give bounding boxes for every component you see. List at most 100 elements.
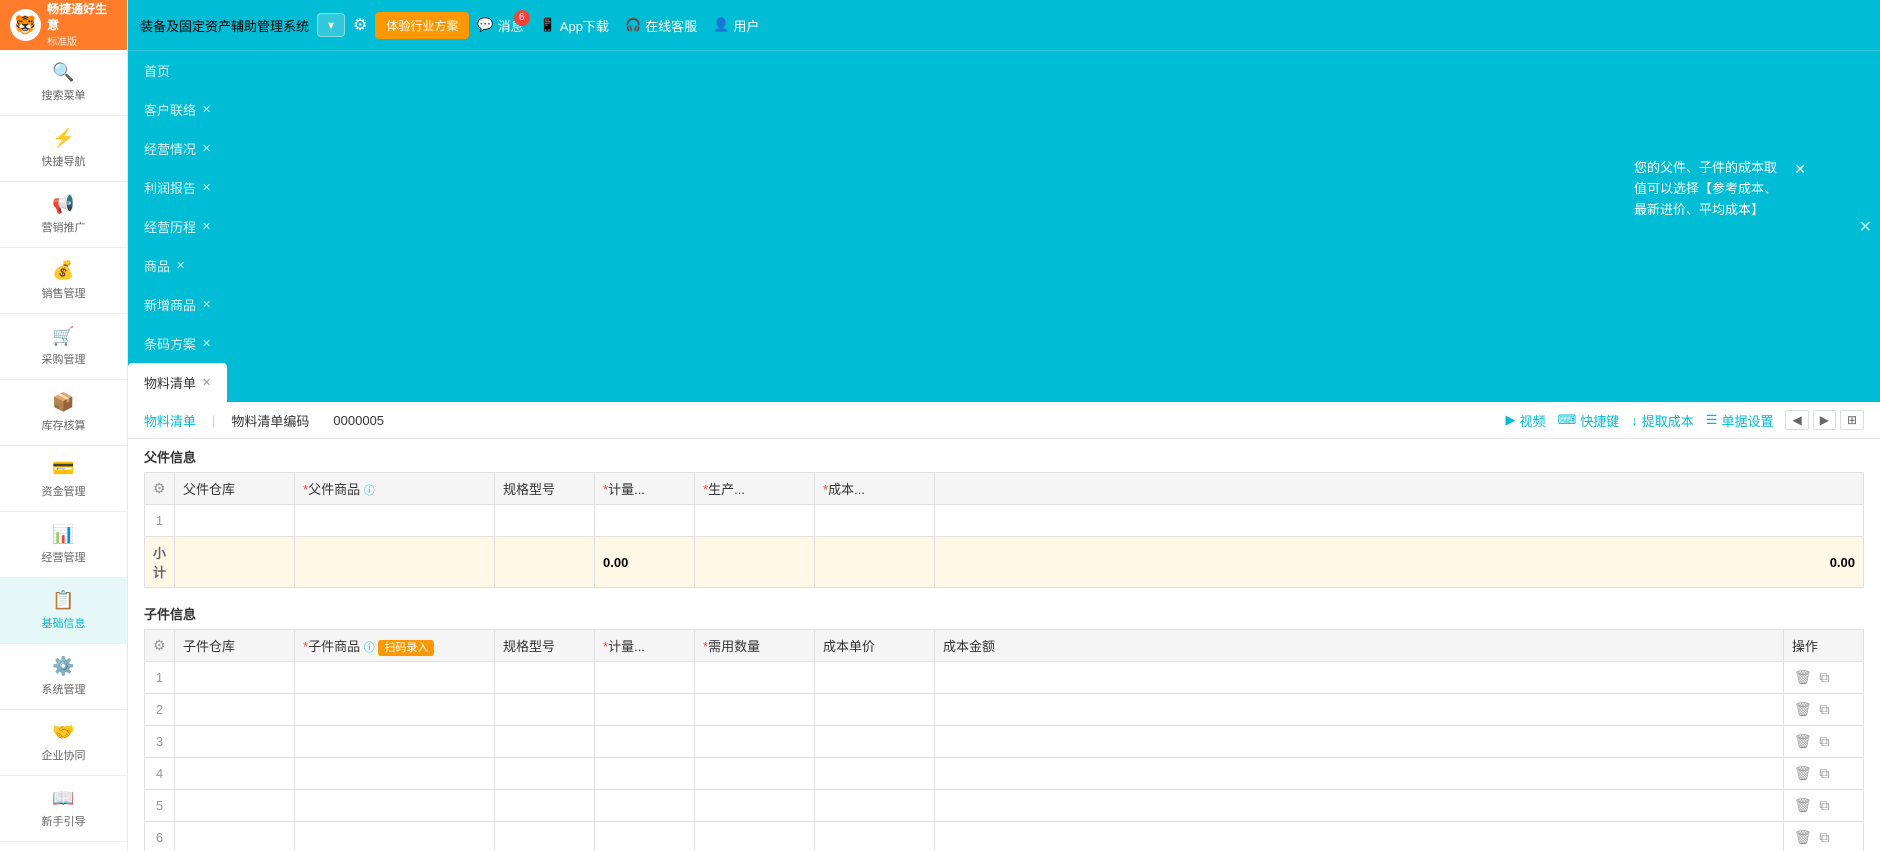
nav-tab-1[interactable]: 客户联络✕ <box>128 90 227 129</box>
sidebar-item-0[interactable]: 🔍 搜索菜单 <box>0 50 127 116</box>
copy-icon-5[interactable]: ⧉ <box>1819 797 1829 813</box>
tab-close-1[interactable]: ✕ <box>202 103 211 116</box>
child-product-3[interactable] <box>295 726 495 758</box>
sidebar-item-3[interactable]: 💰 销售管理 <box>0 248 127 314</box>
nav-tab-0[interactable]: 首页 <box>128 51 227 90</box>
child-warehouse-3[interactable] <box>175 726 295 758</box>
child-qty-4[interactable] <box>695 758 815 790</box>
sidebar-item-2[interactable]: 📢 营销推广 <box>0 182 127 248</box>
tab-close-6[interactable]: ✕ <box>202 298 211 311</box>
child-product-6[interactable] <box>295 822 495 851</box>
parent-unit-cell[interactable] <box>595 505 695 537</box>
child-unit-4[interactable] <box>595 758 695 790</box>
parent-settings-icon[interactable]: ⚙ <box>153 480 166 496</box>
parent-warehouse-cell[interactable] <box>175 505 295 537</box>
delete-icon-4[interactable]: 🗑 <box>1794 765 1812 781</box>
copy-icon-3[interactable]: ⧉ <box>1819 733 1829 749</box>
experience-btn[interactable]: 体验行业方案 <box>375 12 469 39</box>
tab-close-2[interactable]: ✕ <box>202 142 211 155</box>
delete-icon-3[interactable]: 🗑 <box>1794 733 1812 749</box>
child-unit-1[interactable] <box>595 662 695 694</box>
copy-icon-6[interactable]: ⧉ <box>1819 829 1829 845</box>
child-qty-5[interactable] <box>695 790 815 822</box>
child-unitcost-2[interactable] <box>815 694 935 726</box>
tab-close-5[interactable]: ✕ <box>176 259 185 272</box>
shortcut-btn[interactable]: ⌨ 快捷键 <box>1558 411 1620 430</box>
child-product-4[interactable] <box>295 758 495 790</box>
close-all-tabs-btn[interactable]: ✕ <box>1851 217 1880 237</box>
copy-icon-4[interactable]: ⧉ <box>1819 765 1829 781</box>
copy-icon-2[interactable]: ⧉ <box>1819 701 1829 717</box>
delete-icon-1[interactable]: 🗑 <box>1794 669 1812 685</box>
child-amount-2[interactable] <box>935 694 1784 726</box>
scan-badge[interactable]: 扫码录入 <box>378 640 434 656</box>
parent-production-cell[interactable] <box>695 505 815 537</box>
nav-tab-2[interactable]: 经营情况✕ <box>128 129 227 168</box>
child-unit-6[interactable] <box>595 822 695 851</box>
delete-icon-5[interactable]: 🗑 <box>1794 797 1812 813</box>
app-download-btn[interactable]: 📱 App下载 <box>540 16 609 35</box>
child-unit-3[interactable] <box>595 726 695 758</box>
dropdown-btn[interactable]: ▾ <box>317 13 345 37</box>
child-unitcost-5[interactable] <box>815 790 935 822</box>
sidebar-item-8[interactable]: 📋 基础信息 <box>0 578 127 644</box>
message-btn[interactable]: 💬 消息 6 <box>477 16 523 35</box>
child-qty-3[interactable] <box>695 726 815 758</box>
nav-tab-6[interactable]: 新增商品✕ <box>128 285 227 324</box>
prev-page-btn[interactable]: ◀ <box>1785 410 1808 430</box>
child-amount-1[interactable] <box>935 662 1784 694</box>
nav-tab-5[interactable]: 商品✕ <box>128 246 227 285</box>
child-unit-2[interactable] <box>595 694 695 726</box>
tooltip-close-btn[interactable]: ✕ <box>1794 158 1806 180</box>
delete-icon-2[interactable]: 🗑 <box>1794 701 1812 717</box>
extract-cost-btn[interactable]: ↓ 提取成本 <box>1631 411 1694 430</box>
child-spec-1[interactable] <box>495 662 595 694</box>
sidebar-item-11[interactable]: 📖 新手引导 <box>0 776 127 842</box>
sidebar-item-4[interactable]: 🛒 采购管理 <box>0 314 127 380</box>
child-spec-5[interactable] <box>495 790 595 822</box>
tab-close-7[interactable]: ✕ <box>202 337 211 350</box>
child-amount-6[interactable] <box>935 822 1784 851</box>
child-product-1[interactable] <box>295 662 495 694</box>
child-spec-3[interactable] <box>495 726 595 758</box>
parent-spec-cell[interactable] <box>495 505 595 537</box>
child-product-2[interactable] <box>295 694 495 726</box>
child-amount-4[interactable] <box>935 758 1784 790</box>
child-warehouse-4[interactable] <box>175 758 295 790</box>
tab-close-4[interactable]: ✕ <box>202 220 211 233</box>
child-warehouse-6[interactable] <box>175 822 295 851</box>
child-qty-2[interactable] <box>695 694 815 726</box>
sidebar-item-5[interactable]: 📦 库存核算 <box>0 380 127 446</box>
parent-product-cell[interactable] <box>295 505 495 537</box>
settings-gear-btn[interactable]: ⚙ <box>353 15 367 35</box>
single-settings-btn[interactable]: ☰ 单据设置 <box>1706 411 1774 430</box>
nav-tab-8[interactable]: 物料清单✕ <box>128 363 227 402</box>
sidebar-item-7[interactable]: 📊 经营管理 <box>0 512 127 578</box>
child-product-5[interactable] <box>295 790 495 822</box>
parent-cost-cell[interactable] <box>815 505 935 537</box>
nav-tab-7[interactable]: 条码方案✕ <box>128 324 227 363</box>
child-unitcost-6[interactable] <box>815 822 935 851</box>
nav-tab-3[interactable]: 利润报告✕ <box>128 168 227 207</box>
child-qty-1[interactable] <box>695 662 815 694</box>
child-spec-6[interactable] <box>495 822 595 851</box>
sidebar-item-9[interactable]: ⚙️ 系统管理 <box>0 644 127 710</box>
online-service-btn[interactable]: 🎧 在线客服 <box>625 16 697 35</box>
child-unitcost-4[interactable] <box>815 758 935 790</box>
child-qty-6[interactable] <box>695 822 815 851</box>
delete-icon-6[interactable]: 🗑 <box>1794 829 1812 845</box>
child-amount-5[interactable] <box>935 790 1784 822</box>
tab-close-3[interactable]: ✕ <box>202 181 211 194</box>
grid-view-btn[interactable]: ⊞ <box>1840 410 1864 430</box>
copy-icon-1[interactable]: ⧉ <box>1819 669 1829 685</box>
sidebar-item-6[interactable]: 💳 资金管理 <box>0 446 127 512</box>
child-settings-icon[interactable]: ⚙ <box>153 637 166 653</box>
sidebar-item-1[interactable]: ⚡ 快捷导航 <box>0 116 127 182</box>
child-warehouse-1[interactable] <box>175 662 295 694</box>
child-warehouse-2[interactable] <box>175 694 295 726</box>
view-btn[interactable]: ▶ 视频 <box>1505 411 1545 430</box>
child-spec-4[interactable] <box>495 758 595 790</box>
user-btn[interactable]: 👤 用户 <box>713 16 759 35</box>
tab-close-8[interactable]: ✕ <box>202 376 211 389</box>
next-page-btn[interactable]: ▶ <box>1813 410 1836 430</box>
